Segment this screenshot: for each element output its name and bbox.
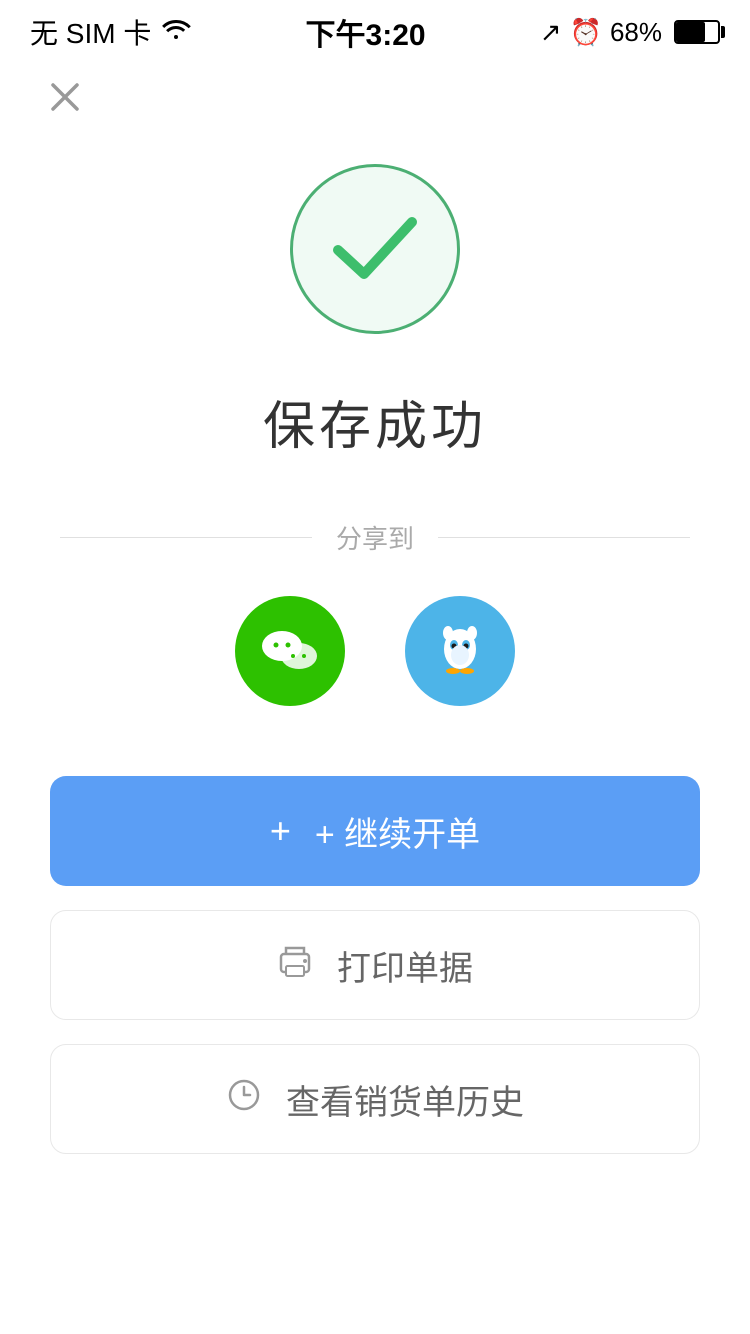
qq-icon (426, 617, 494, 685)
status-time: 下午3:20 (306, 10, 426, 54)
close-icon (47, 79, 83, 115)
plus-icon: + (270, 810, 291, 852)
battery-icon (674, 20, 720, 44)
print-label: 打印单据 (337, 941, 473, 990)
close-button[interactable] (40, 72, 90, 122)
status-left: 无 SIM 卡 (30, 12, 191, 52)
history-button[interactable]: 查看销货单历史 (50, 1044, 700, 1154)
share-icons (235, 596, 515, 706)
history-icon (226, 1077, 262, 1122)
action-buttons: + + 继续开单 打印单据 查看销货单历史 (0, 776, 750, 1154)
continue-order-button[interactable]: + + 继续开单 (50, 776, 700, 886)
continue-order-label: + 继续开单 (315, 807, 480, 856)
success-circle (290, 164, 460, 334)
status-right: ↗ ⏰ 68% (540, 17, 720, 48)
alarm-icon: ⏰ (570, 17, 602, 48)
print-button[interactable]: 打印单据 (50, 910, 700, 1020)
divider-left (60, 537, 312, 538)
battery-percent: 68% (610, 17, 662, 48)
qq-share-button[interactable] (405, 596, 515, 706)
history-label: 查看销货单历史 (286, 1075, 524, 1124)
wechat-icon (255, 616, 325, 686)
main-content: 保存成功 分享到 (0, 64, 750, 1154)
divider-right (438, 537, 690, 538)
checkmark-icon (330, 214, 420, 284)
wifi-icon (161, 16, 191, 48)
share-divider: 分享到 (0, 519, 750, 556)
print-icon (277, 944, 313, 987)
location-icon: ↗ (540, 17, 562, 48)
success-title: 保存成功 (263, 384, 487, 459)
status-bar: 无 SIM 卡 下午3:20 ↗ ⏰ 68% (0, 0, 750, 64)
sim-status: 无 SIM 卡 (30, 12, 151, 52)
share-label: 分享到 (312, 519, 438, 556)
wechat-share-button[interactable] (235, 596, 345, 706)
